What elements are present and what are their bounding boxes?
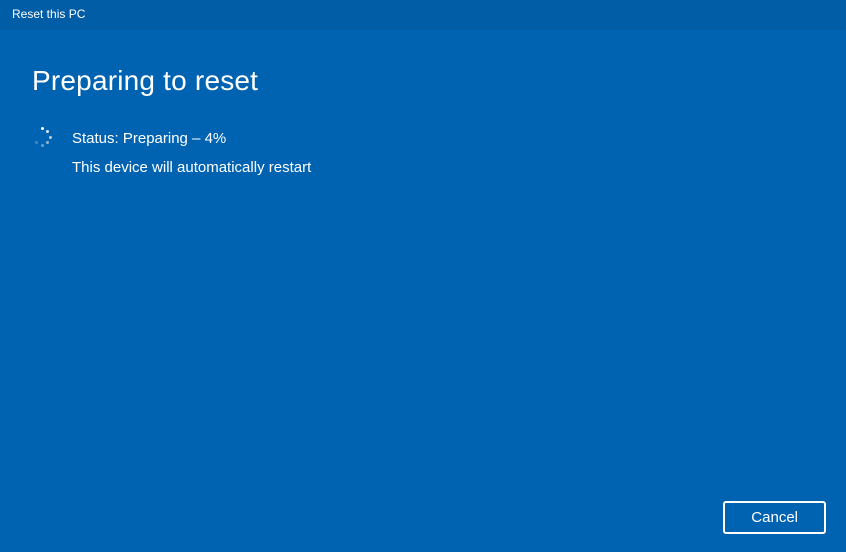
footer: Cancel: [723, 501, 826, 534]
main-content: Preparing to reset Status: Preparing – 4…: [0, 30, 846, 552]
cancel-button[interactable]: Cancel: [723, 501, 826, 534]
spinner-icon: [32, 127, 52, 147]
window-title: Reset this PC: [12, 7, 85, 21]
status-row: Status: Preparing – 4% This device will …: [32, 125, 814, 182]
status-text-block: Status: Preparing – 4% This device will …: [72, 125, 311, 182]
page-heading: Preparing to reset: [32, 65, 814, 97]
restart-notice: This device will automatically restart: [72, 154, 311, 183]
title-bar: Reset this PC: [0, 0, 846, 30]
status-line: Status: Preparing – 4%: [72, 125, 311, 154]
